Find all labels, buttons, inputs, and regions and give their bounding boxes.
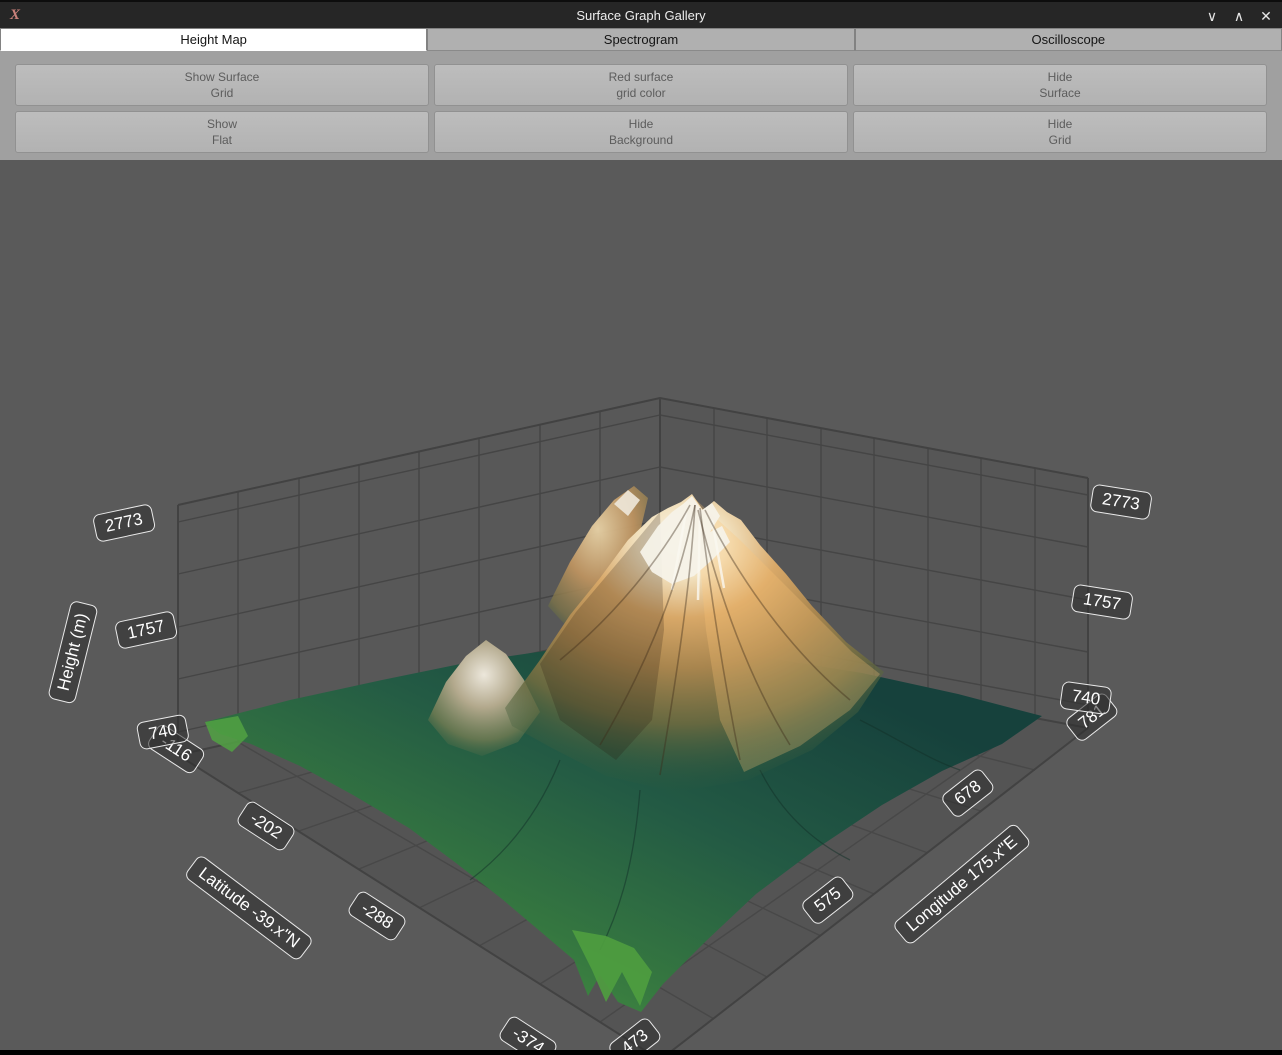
bottom-edge <box>0 1050 1282 1055</box>
button-label-line: Flat <box>212 132 232 148</box>
tab-height-map[interactable]: Height Map <box>0 28 427 51</box>
hide-grid-button[interactable]: Hide Grid <box>853 111 1267 153</box>
surface-graph-view[interactable]: -116 740 1757 2773 Height (m) 781 740 17… <box>0 160 1282 1050</box>
button-label-line: Hide <box>629 116 654 132</box>
shade-icon[interactable]: ∨ <box>1204 2 1220 30</box>
control-panel: Show Surface Grid Red surface grid color… <box>0 51 1282 160</box>
button-label-line: Hide <box>1048 69 1073 85</box>
button-label-line: Hide <box>1048 116 1073 132</box>
app-icon: X <box>7 7 23 23</box>
button-label-line: Red surface <box>609 69 674 85</box>
button-label-line: Show Surface <box>185 69 260 85</box>
titlebar: X Surface Graph Gallery ∨ ∧ ✕ <box>0 0 1282 28</box>
red-surface-grid-color-button[interactable]: Red surface grid color <box>434 64 848 106</box>
button-label-line: Grid <box>1049 132 1072 148</box>
window-title: Surface Graph Gallery <box>0 8 1282 23</box>
button-label-line: Grid <box>211 85 234 101</box>
tab-spectrogram[interactable]: Spectrogram <box>427 28 854 51</box>
show-surface-grid-button[interactable]: Show Surface Grid <box>15 64 429 106</box>
maximize-icon[interactable]: ∧ <box>1231 2 1247 30</box>
button-label-line: Background <box>609 132 673 148</box>
tab-oscilloscope[interactable]: Oscilloscope <box>855 28 1282 51</box>
show-flat-button[interactable]: Show Flat <box>15 111 429 153</box>
button-label-line: Show <box>207 116 237 132</box>
app-window: X Surface Graph Gallery ∨ ∧ ✕ Height Map… <box>0 0 1282 1055</box>
window-controls: ∨ ∧ ✕ <box>1204 2 1274 30</box>
button-label-line: grid color <box>616 85 665 101</box>
hide-surface-button[interactable]: Hide Surface <box>853 64 1267 106</box>
button-label-line: Surface <box>1039 85 1080 101</box>
close-icon[interactable]: ✕ <box>1258 2 1274 30</box>
hide-background-button[interactable]: Hide Background <box>434 111 848 153</box>
tab-bar: Height Map Spectrogram Oscilloscope <box>0 28 1282 51</box>
